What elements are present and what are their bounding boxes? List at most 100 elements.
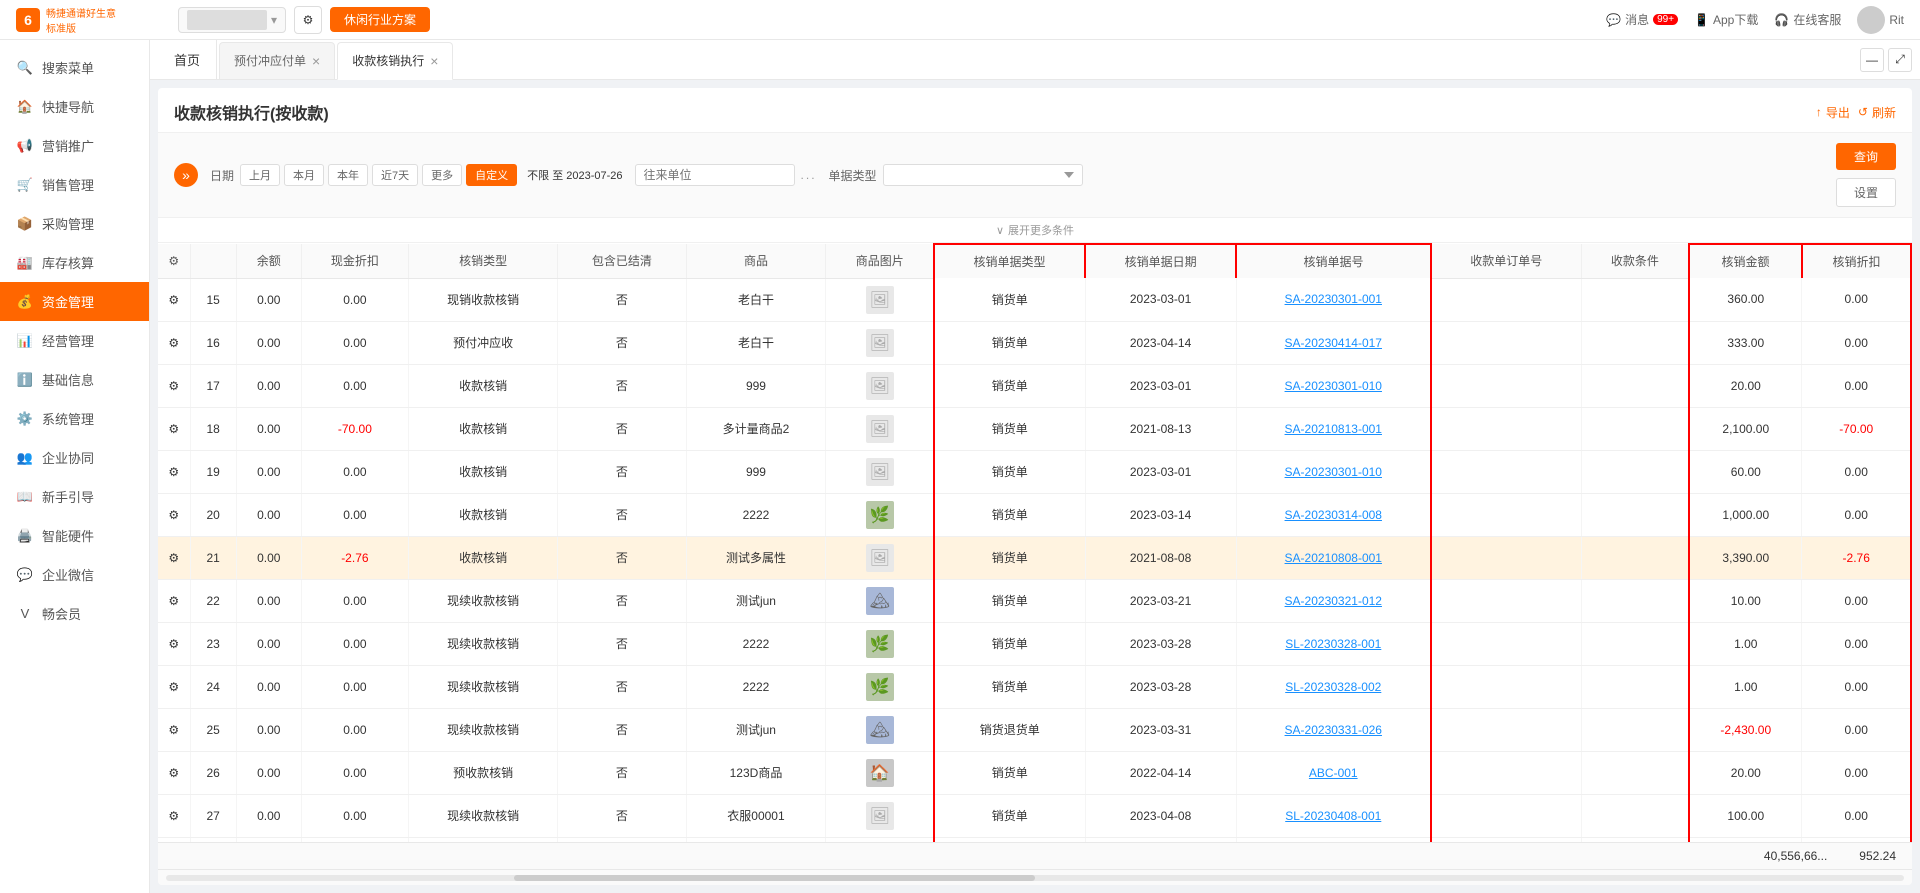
cell-settings[interactable]: ⚙ [158, 364, 190, 407]
cell-verify-no[interactable]: SA-20230301-001 [1236, 278, 1431, 321]
cell-seq: 19 [190, 450, 236, 493]
page-header: 收款核销执行(按收款) ↑ 导出 ↺ 刷新 [158, 88, 1912, 133]
cell-verify-no[interactable]: SA-20210813-001 [1236, 407, 1431, 450]
cell-verify-type: 收款核销 [408, 364, 557, 407]
sidebar-item-system[interactable]: ⚙️ 系统管理 [0, 399, 149, 438]
date-btn-this-year[interactable]: 本年 [328, 164, 368, 186]
message-button[interactable]: 💬 消息 99+ [1606, 11, 1678, 28]
sidebar-item-marketing[interactable]: 📢 营销推广 [0, 126, 149, 165]
industry-button[interactable]: 休闲行业方案 [330, 7, 430, 32]
cell-verify-no[interactable]: SA-20230301-010 [1236, 364, 1431, 407]
cell-verify-amount: 1.00 [1689, 622, 1802, 665]
cell-receipt-order-no [1431, 321, 1581, 364]
cell-balance: 0.00 [236, 278, 301, 321]
cell-verify-no[interactable]: SL-20230418-001 [1236, 837, 1431, 842]
cell-verify-no[interactable]: SA-20230301-010 [1236, 450, 1431, 493]
cell-settings[interactable]: ⚙ [158, 665, 190, 708]
cell-settings[interactable]: ⚙ [158, 450, 190, 493]
tab2-close-icon[interactable]: × [430, 54, 438, 68]
online-service-button[interactable]: 🎧 在线客服 [1774, 11, 1841, 28]
date-btn-more[interactable]: 更多 [422, 164, 462, 186]
sidebar-item-search[interactable]: 🔍 搜索菜单 [0, 48, 149, 87]
th-settings[interactable]: ⚙ [158, 244, 190, 278]
cell-settings[interactable]: ⚙ [158, 622, 190, 665]
cell-settings[interactable]: ⚙ [158, 536, 190, 579]
sidebar-item-hardware[interactable]: 🖨️ 智能硬件 [0, 516, 149, 555]
cell-balance: 0.00 [236, 751, 301, 794]
maximize-button[interactable]: ⤢ [1888, 48, 1912, 72]
export-button[interactable]: ↑ 导出 [1816, 104, 1850, 121]
cell-verify-no[interactable]: SA-20230331-026 [1236, 708, 1431, 751]
cell-verify-no[interactable]: SA-20230414-017 [1236, 321, 1431, 364]
tab-home[interactable]: 首页 [158, 40, 217, 80]
sidebar-item-basic[interactable]: ℹ️ 基础信息 [0, 360, 149, 399]
message-icon: 💬 [1606, 13, 1621, 27]
cell-verify-no[interactable]: SA-20210808-001 [1236, 536, 1431, 579]
expand-conditions-button[interactable]: ∨ 展开更多条件 [996, 222, 1074, 238]
sidebar-item-inventory[interactable]: 🏭 库存核算 [0, 243, 149, 282]
horizontal-scrollbar[interactable] [166, 875, 1904, 881]
cell-verify-no[interactable]: SL-20230408-001 [1236, 794, 1431, 837]
cell-verify-no[interactable]: SA-20230314-008 [1236, 493, 1431, 536]
date-btn-7days[interactable]: 近7天 [372, 164, 418, 186]
cell-verify-no[interactable]: ABC-001 [1236, 751, 1431, 794]
sidebar-item-finance[interactable]: 💰 资金管理 [0, 282, 149, 321]
sidebar-item-navigation[interactable]: 🏠 快捷导航 [0, 87, 149, 126]
cell-settings[interactable]: ⚙ [158, 407, 190, 450]
cell-receipt-condition [1581, 493, 1689, 536]
table-wrap[interactable]: ⚙ 余额 现金折扣 核销类型 包含已结清 商品 商品图片 核销单据类型 核销单据… [158, 243, 1912, 842]
cell-settings[interactable]: ⚙ [158, 708, 190, 751]
cell-settings[interactable]: ⚙ [158, 321, 190, 364]
date-btn-last-month[interactable]: 上月 [240, 164, 280, 186]
cell-verify-discount: 0.00 [1802, 450, 1911, 493]
filter-toggle-button[interactable]: » [174, 163, 198, 187]
cell-cash-discount: 0.00 [301, 278, 408, 321]
date-btn-this-month[interactable]: 本月 [284, 164, 324, 186]
cell-verify-no[interactable]: SA-20230321-012 [1236, 579, 1431, 622]
avatar [1857, 6, 1885, 34]
cell-cash-discount: 0.00 [301, 493, 408, 536]
sidebar-item-wechat[interactable]: 💬 企业微信 [0, 555, 149, 594]
date-btn-custom[interactable]: 自定义 [466, 164, 517, 186]
cell-cash-discount: 0.00 [301, 708, 408, 751]
sidebar-item-sales[interactable]: 🛒 销售管理 [0, 165, 149, 204]
cell-verify-discount: -2.76 [1802, 536, 1911, 579]
tab1-close-icon[interactable]: × [312, 54, 320, 68]
cell-settings[interactable]: ⚙ [158, 579, 190, 622]
bottom-scroll-bar[interactable] [158, 869, 1912, 885]
refresh-button[interactable]: ↺ 刷新 [1858, 104, 1896, 121]
cell-settings[interactable]: ⚙ [158, 493, 190, 536]
message-label: 消息 [1625, 11, 1649, 28]
cell-verify-no[interactable]: SL-20230328-002 [1236, 665, 1431, 708]
th-receipt-condition: 收款条件 [1581, 244, 1689, 278]
cell-settings[interactable]: ⚙ [158, 751, 190, 794]
sidebar-item-operation[interactable]: 📊 经营管理 [0, 321, 149, 360]
cell-verify-amount: 100.00 [1689, 837, 1802, 842]
settings-button[interactable]: 设置 [1836, 178, 1896, 207]
sidebar-item-collab[interactable]: 👥 企业协同 [0, 438, 149, 477]
cell-cash-discount: 0.00 [301, 751, 408, 794]
sidebar-item-member[interactable]: V 畅会员 [0, 594, 149, 633]
cell-product: 测试多属性 [686, 536, 826, 579]
cell-settings[interactable]: ⚙ [158, 278, 190, 321]
tab-receipt-verify[interactable]: 收款核销执行 × [337, 42, 453, 80]
cell-settings[interactable]: ⚙ [158, 837, 190, 842]
sidebar-item-guide[interactable]: 📖 新手引导 [0, 477, 149, 516]
settings-icon[interactable]: ⚙ [294, 6, 322, 34]
user-area[interactable]: Rit [1857, 6, 1904, 34]
minimize-button[interactable]: — [1860, 48, 1884, 72]
cell-verify-no[interactable]: SL-20230328-001 [1236, 622, 1431, 665]
query-button[interactable]: 查询 [1836, 143, 1896, 170]
footer-total-amount: 40,556,66... [1764, 849, 1827, 863]
cell-product-img: 🌿 [826, 665, 934, 708]
partner-filter-dots[interactable]: ... [801, 168, 817, 182]
cell-receipt-condition [1581, 751, 1689, 794]
sidebar-item-purchase[interactable]: 📦 采购管理 [0, 204, 149, 243]
app-download-button[interactable]: 📱 App下载 [1694, 11, 1758, 28]
org-selector[interactable]: ▾ [178, 7, 286, 33]
cell-settings[interactable]: ⚙ [158, 794, 190, 837]
partner-filter-group: ... [635, 164, 817, 186]
tab-prepay[interactable]: 预付冲应付单 × [219, 42, 335, 80]
partner-input[interactable] [635, 164, 795, 186]
voucher-type-select[interactable] [883, 164, 1083, 186]
